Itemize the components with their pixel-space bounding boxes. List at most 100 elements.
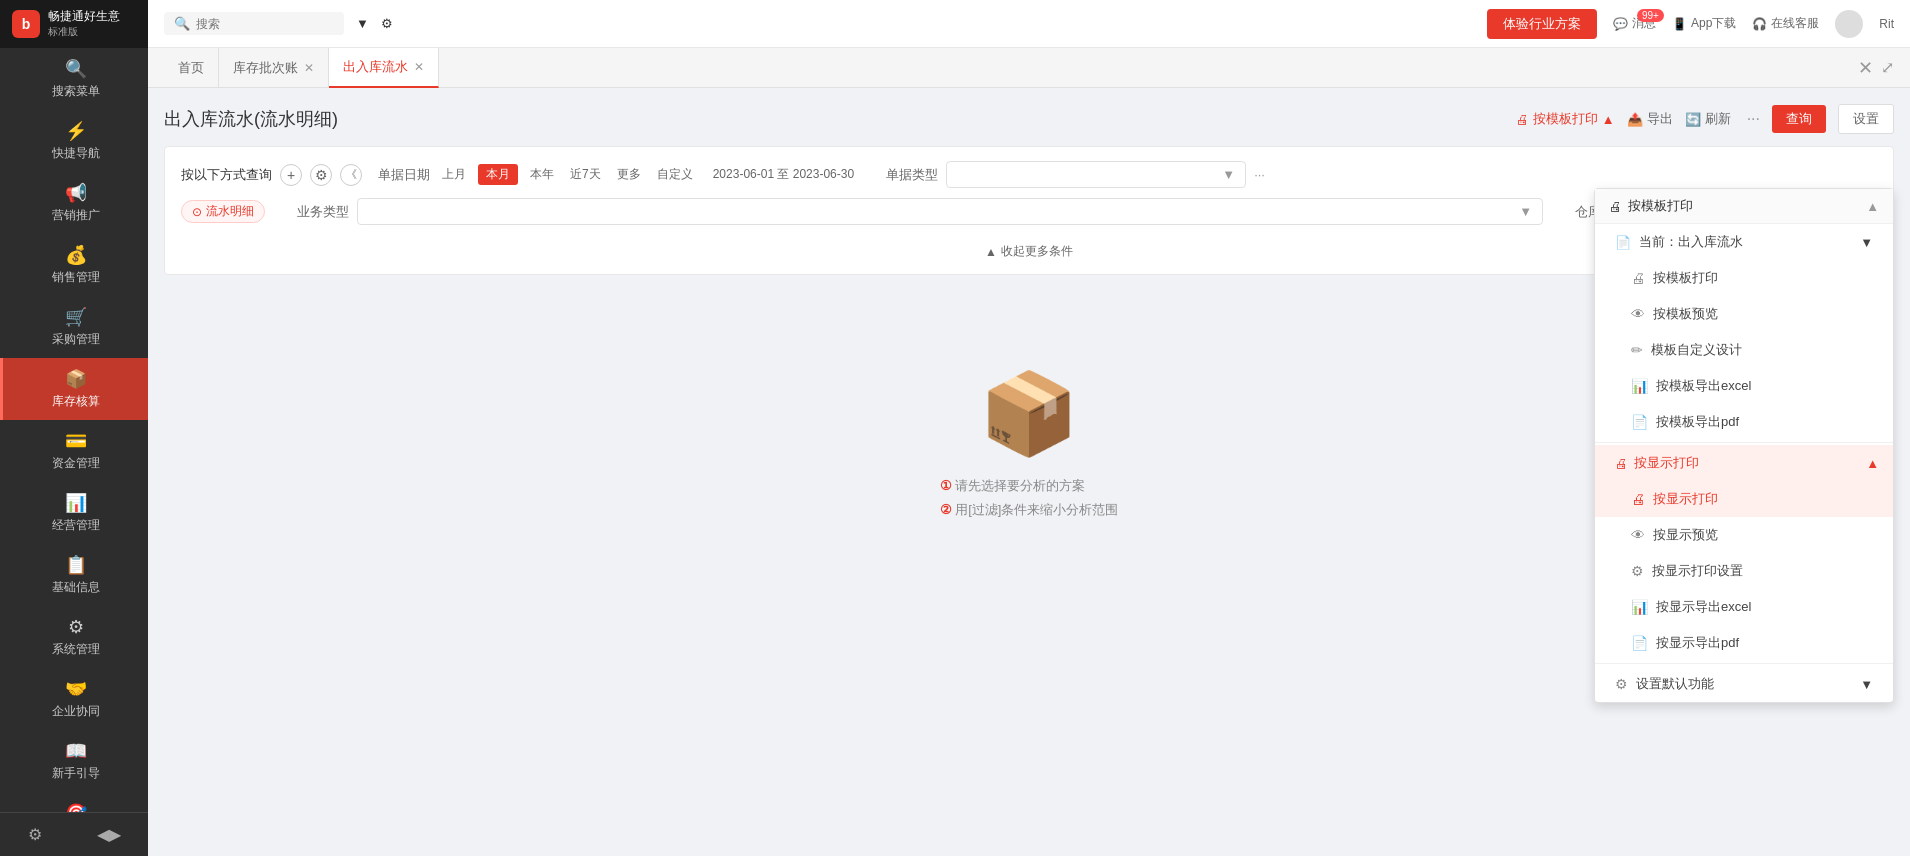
print-template-btn[interactable]: 🖨 按模板打印 ▲: [1516, 110, 1615, 128]
app-download-item[interactable]: 📱 App下载: [1672, 15, 1736, 32]
inventory-label: 库存核算: [52, 393, 100, 410]
sidebar-item-inventory[interactable]: 📦 库存核算: [0, 358, 148, 420]
tab-home[interactable]: 首页: [164, 48, 219, 88]
message-icon: 💬: [1613, 17, 1628, 31]
sidebar-item-finance[interactable]: 💳 资金管理: [0, 420, 148, 482]
sidebar-item-sales[interactable]: 💰 销售管理: [0, 234, 148, 296]
tab-inventory-batch-label: 库存批次账: [233, 59, 298, 77]
empty-step-1: 请先选择要分析的方案: [940, 477, 1119, 495]
industry-btn[interactable]: 体验行业方案: [1487, 9, 1597, 39]
finance-icon: 💳: [65, 430, 87, 452]
query-btn[interactable]: 查询: [1772, 105, 1826, 133]
display-settings-label: 按显示打印设置: [1652, 562, 1743, 580]
sidebar-item-marketing[interactable]: 📢 营销推广: [0, 172, 148, 234]
filter-label: 按以下方式查询: [181, 166, 272, 184]
expand-tabs-icon[interactable]: ⤢: [1881, 58, 1894, 77]
filter-add-btn[interactable]: +: [280, 164, 302, 186]
date-btn-this-month[interactable]: 本月: [478, 164, 518, 185]
export-btn[interactable]: 📤 导出: [1627, 110, 1673, 128]
dropdown-template-print[interactable]: 🖨 按模板打印: [1595, 260, 1893, 296]
sidebar-item-system[interactable]: ⚙ 系统管理: [0, 606, 148, 668]
sidebar-item-apps[interactable]: 🎯 应用中心: [0, 792, 148, 812]
print-header-icon: 🖨: [1609, 199, 1622, 214]
sidebar-item-purchase[interactable]: 🛒 采购管理: [0, 296, 148, 358]
header-settings-icon[interactable]: ⚙: [381, 16, 393, 31]
biz-type-select[interactable]: ▼: [357, 198, 1543, 225]
date-btn-last-month[interactable]: 上月: [438, 164, 470, 185]
tab-inout-flow[interactable]: 出入库流水 ✕: [329, 48, 439, 88]
dropdown-display-settings[interactable]: ⚙ 按显示打印设置: [1595, 553, 1893, 589]
filter-tag: ⊙ 流水明细: [181, 200, 265, 223]
doc-type-select[interactable]: ▼: [946, 161, 1246, 188]
operation-icon: 📊: [65, 492, 87, 514]
dropdown-display-print[interactable]: 🖨 按显示打印: [1595, 481, 1893, 517]
dropdown-default-fn[interactable]: ⚙ 设置默认功能 ▼: [1595, 666, 1893, 702]
date-range-text: 2023-06-01 至 2023-06-30: [713, 166, 854, 183]
dropdown-template-custom[interactable]: ✏ 模板自定义设计: [1595, 332, 1893, 368]
service-icon: 🎧: [1752, 17, 1767, 31]
refresh-btn[interactable]: 🔄 刷新: [1685, 110, 1731, 128]
filter-settings-btn[interactable]: ⚙: [310, 164, 332, 186]
display-excel-icon: 📊: [1631, 599, 1648, 615]
header-search-box[interactable]: 🔍: [164, 12, 344, 35]
dropdown-template-pdf[interactable]: 📄 按模板导出pdf: [1595, 404, 1893, 440]
download-icon: 📱: [1672, 17, 1687, 31]
sidebar-item-enterprise[interactable]: 🤝 企业协同: [0, 668, 148, 730]
date-btn-custom[interactable]: 自定义: [653, 164, 697, 185]
current-template-label: 当前：出入库流水: [1639, 233, 1743, 251]
dropdown-current-template[interactable]: 📄 当前：出入库流水 ▼: [1595, 224, 1893, 260]
date-buttons: 上月 本月 本年 近7天 更多 自定义 2023-06-01 至 2023-06…: [438, 164, 854, 185]
close-all-tabs-icon[interactable]: ✕: [1858, 57, 1873, 79]
collapse-sidebar-icon[interactable]: ◀▶: [97, 825, 121, 844]
finance-label: 资金管理: [52, 455, 100, 472]
separator-1: [1595, 442, 1893, 443]
dropdown-display-excel[interactable]: 📊 按显示导出excel: [1595, 589, 1893, 625]
avatar[interactable]: [1835, 10, 1863, 38]
online-service-label: 在线客服: [1771, 15, 1819, 32]
display-pdf-icon: 📄: [1631, 635, 1648, 651]
dropdown-header-chevron-up[interactable]: ▲: [1866, 199, 1879, 214]
dropdown-template-excel[interactable]: 📊 按模板导出excel: [1595, 368, 1893, 404]
more-options-icon[interactable]: ···: [1747, 110, 1760, 128]
template-custom-icon: ✏: [1631, 342, 1643, 358]
dropdown-template-preview[interactable]: 👁 按模板预览: [1595, 296, 1893, 332]
message-item[interactable]: 💬 消息 99+: [1613, 15, 1656, 32]
print-btn-label: 按模板打印: [1533, 110, 1598, 128]
dropdown-display-preview[interactable]: 👁 按显示预览: [1595, 517, 1893, 553]
dropdown-display-submenu[interactable]: 🖨 按显示打印 ▲: [1595, 445, 1893, 481]
main-area: 🔍 ▼ ⚙ 体验行业方案 💬 消息 99+ 📱 App下载 🎧 在线客服: [148, 0, 1910, 856]
tab-inout-flow-label: 出入库流水: [343, 58, 408, 76]
sidebar-nav: 🔍 搜索菜单 ⚡ 快捷导航 📢 营销推广 💰 销售管理 🛒 采购管理 📦 库存核…: [0, 48, 148, 812]
display-submenu-icon: 🖨: [1615, 456, 1628, 471]
search-input[interactable]: [196, 17, 334, 31]
sidebar-item-search[interactable]: 🔍 搜索菜单: [0, 48, 148, 110]
date-btn-7days[interactable]: 近7天: [566, 164, 605, 185]
page-header: 出入库流水(流水明细) 🖨 按模板打印 ▲ 📤 导出 🔄 刷新: [164, 104, 1894, 134]
dropdown-template-header: 🖨 按模板打印 ▲: [1595, 189, 1893, 224]
collapse-more-btn[interactable]: ▲ 收起更多条件: [985, 243, 1073, 260]
tab-inventory-batch[interactable]: 库存批次账 ✕: [219, 48, 329, 88]
current-template-chevron: ▼: [1860, 235, 1873, 250]
apps-icon: 🎯: [65, 802, 87, 812]
doc-type-more-icon[interactable]: ···: [1254, 167, 1265, 182]
tab-inout-flow-close[interactable]: ✕: [414, 60, 424, 74]
sidebar-item-basic[interactable]: 📋 基础信息: [0, 544, 148, 606]
date-btn-this-year[interactable]: 本年: [526, 164, 558, 185]
display-submenu-chevron: ▲: [1866, 456, 1879, 471]
filter-collapse-btn[interactable]: 《: [340, 164, 362, 186]
settings-bottom-icon[interactable]: ⚙: [28, 825, 42, 844]
online-service-item[interactable]: 🎧 在线客服: [1752, 15, 1819, 32]
sidebar-item-guide[interactable]: 📖 新手引导: [0, 730, 148, 792]
refresh-icon: 🔄: [1685, 112, 1701, 127]
app-logo-icon: b: [12, 10, 40, 38]
enterprise-icon: 🤝: [65, 678, 87, 700]
sidebar-item-quick_nav[interactable]: ⚡ 快捷导航: [0, 110, 148, 172]
header-chevron-icon[interactable]: ▼: [356, 16, 369, 31]
dropdown-display-pdf[interactable]: 📄 按显示导出pdf: [1595, 625, 1893, 661]
date-btn-more[interactable]: 更多: [613, 164, 645, 185]
settings-panel-btn[interactable]: 设置: [1838, 104, 1894, 134]
search-icon: 🔍: [65, 58, 87, 80]
sidebar-item-operation[interactable]: 📊 经营管理: [0, 482, 148, 544]
tag-label: 流水明细: [206, 203, 254, 220]
tab-inventory-batch-close[interactable]: ✕: [304, 61, 314, 75]
